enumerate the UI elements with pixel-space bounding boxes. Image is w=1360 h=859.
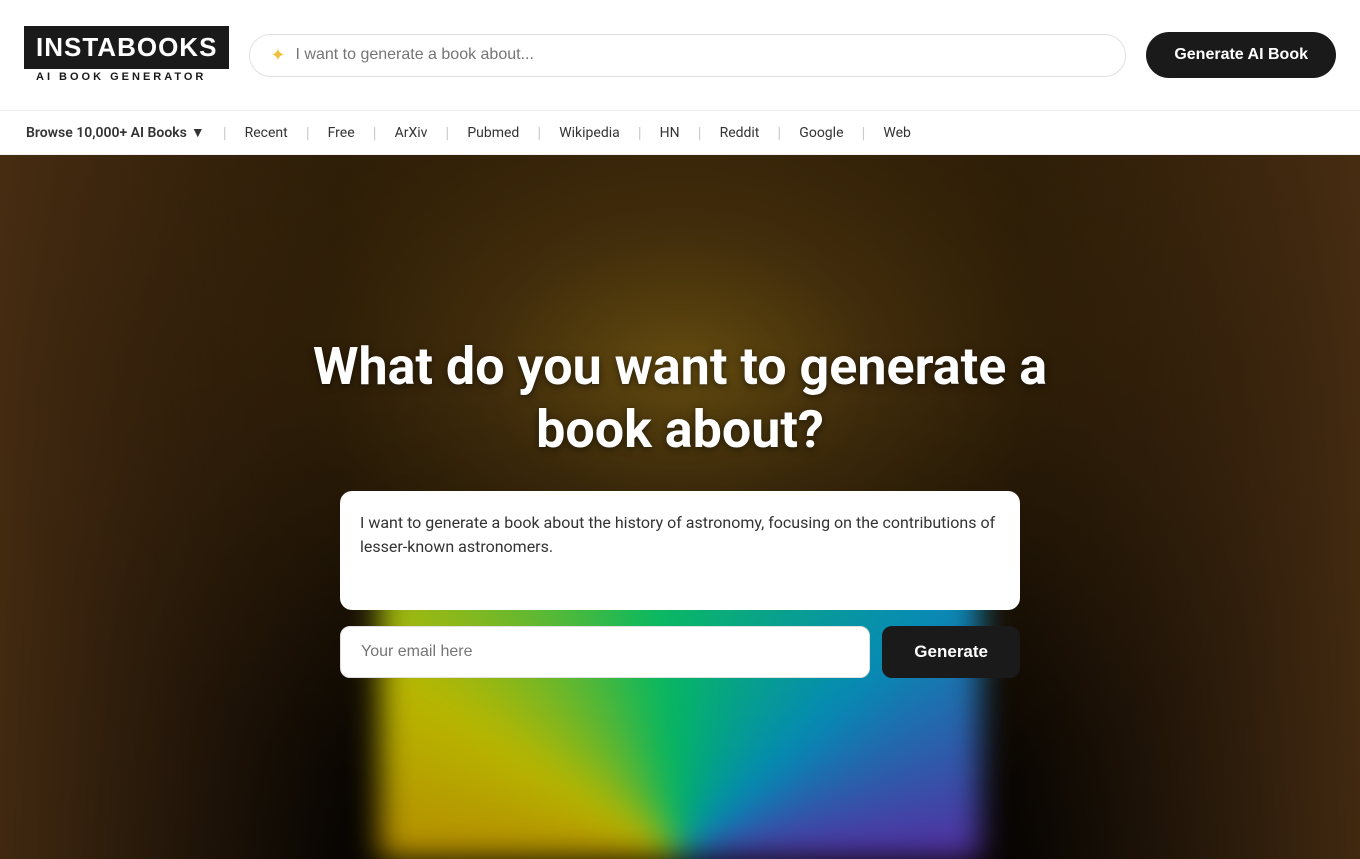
email-input[interactable] [340, 626, 870, 678]
nav-browse-arrow: ▼ [191, 124, 205, 141]
logo[interactable]: INSTABOOKS AI BOOK GENERATOR [24, 26, 229, 85]
nav-sep-8: | [862, 123, 866, 142]
nav-item-free[interactable]: Free [326, 125, 357, 141]
hero-generate-button[interactable]: Generate [882, 626, 1020, 678]
nav-item-recent[interactable]: Recent [243, 125, 290, 141]
nav-item-arxiv[interactable]: ArXiv [393, 125, 430, 141]
nav-item-web[interactable]: Web [881, 125, 913, 141]
nav-sep-6: | [698, 123, 702, 142]
hero-textarea-container [340, 491, 1020, 610]
nav-item-pubmed[interactable]: Pubmed [465, 125, 521, 141]
nav-sep-4: | [537, 123, 541, 142]
logo-sub-text: AI BOOK GENERATOR [24, 69, 218, 85]
nav-item-reddit[interactable]: Reddit [718, 125, 762, 141]
nav-sep-2: | [373, 123, 377, 142]
nav-item-hn[interactable]: HN [658, 125, 682, 141]
hero-book-topic-input[interactable] [360, 511, 1000, 586]
nav-sep-5: | [638, 123, 642, 142]
nav-item-wikipedia[interactable]: Wikipedia [557, 125, 622, 141]
nav-sep-7: | [777, 123, 781, 142]
nav-bar: Browse 10,000+ AI Books ▼ | Recent | Fre… [0, 110, 1360, 155]
hero-content: What do you want to generate a book abou… [0, 336, 1360, 678]
nav-browse-link[interactable]: Browse 10,000+ AI Books ▼ [24, 124, 207, 141]
logo-main-text: INSTABOOKS [24, 26, 229, 69]
nav-item-google[interactable]: Google [797, 125, 845, 141]
header-search-input[interactable] [296, 46, 1106, 64]
nav-sep-0: | [223, 123, 227, 142]
nav-sep-3: | [445, 123, 449, 142]
nav-browse-label: Browse 10,000+ AI Books [26, 125, 187, 141]
hero-section: What do you want to generate a book abou… [0, 155, 1360, 859]
nav-sep-1: | [306, 123, 310, 142]
sparkle-icon: ✦ [270, 45, 285, 66]
hero-bottom-row: Generate [340, 626, 1020, 678]
header-generate-button[interactable]: Generate AI Book [1146, 32, 1336, 78]
header-search-box: ✦ [249, 34, 1126, 77]
hero-title: What do you want to generate a book abou… [280, 336, 1080, 461]
header: INSTABOOKS AI BOOK GENERATOR ✦ Generate … [0, 0, 1360, 110]
